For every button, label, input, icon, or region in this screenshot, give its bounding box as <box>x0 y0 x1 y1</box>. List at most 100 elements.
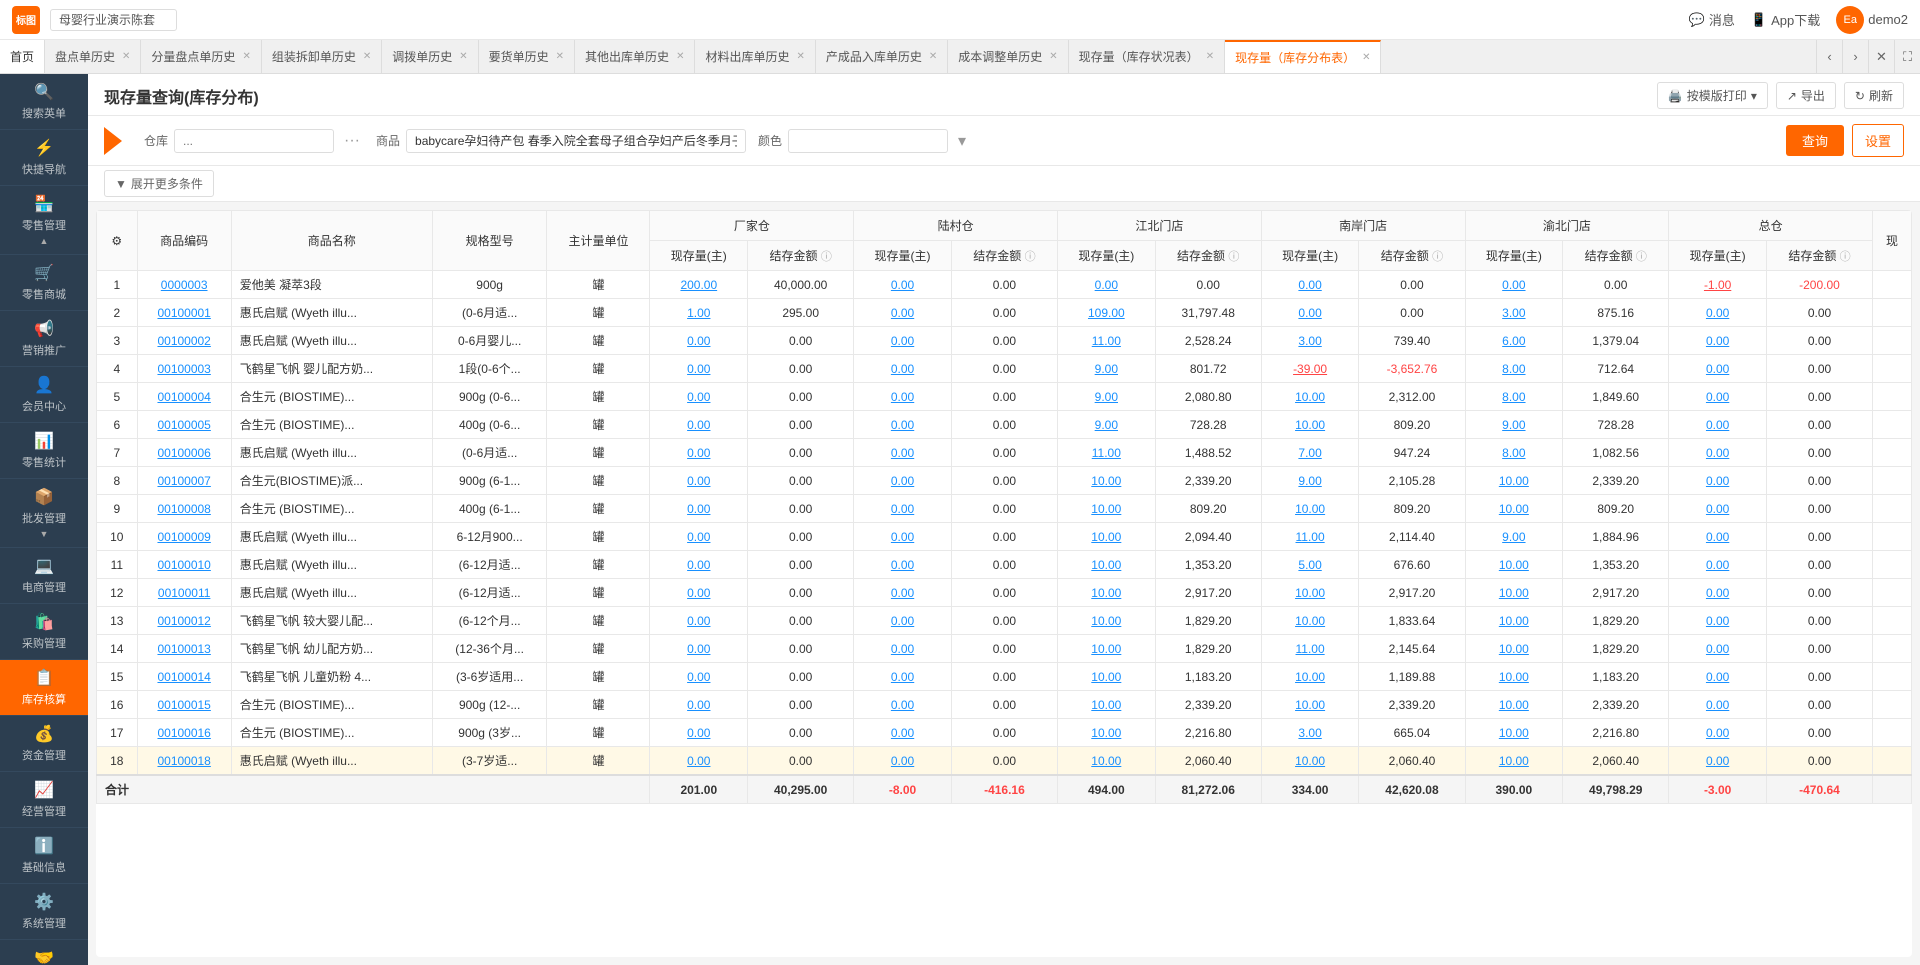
sidebar-item-wholesale[interactable]: 📦 批发管理 ▼ <box>0 479 88 548</box>
tab-home[interactable]: 首页 <box>0 40 45 74</box>
sidebar-item-inventory[interactable]: 📋 库存核算 <box>0 660 88 716</box>
cell-c1-qty[interactable]: 0.00 <box>650 523 748 551</box>
cell-c4-qty[interactable]: 3.00 <box>1261 719 1359 747</box>
sidebar-item-marketing[interactable]: 📢 营销推广 <box>0 311 88 367</box>
cell-tot-qty[interactable]: 0.00 <box>1669 523 1767 551</box>
cell-code[interactable]: 00100004 <box>137 383 231 411</box>
sidebar-item-retail-store[interactable]: 🛒 零售商城 <box>0 255 88 311</box>
cell-c4-qty[interactable]: 10.00 <box>1261 691 1359 719</box>
cell-code[interactable]: 0000003 <box>137 271 231 299</box>
cell-c5-qty[interactable]: 10.00 <box>1465 691 1563 719</box>
cell-c1-qty[interactable]: 0.00 <box>650 411 748 439</box>
cell-code[interactable]: 00100009 <box>137 523 231 551</box>
cell-c5-qty[interactable]: 10.00 <box>1465 663 1563 691</box>
sidebar-item-system[interactable]: ⚙️ 系统管理 <box>0 884 88 940</box>
cell-tot-qty[interactable]: 0.00 <box>1669 719 1767 747</box>
cell-c4-qty[interactable]: 10.00 <box>1261 383 1359 411</box>
cell-code[interactable]: 00100007 <box>137 467 231 495</box>
cell-c1-qty[interactable]: 0.00 <box>650 495 748 523</box>
cell-tot-qty[interactable]: 0.00 <box>1669 355 1767 383</box>
info-icon-1[interactable]: ⓘ <box>821 251 832 263</box>
tab-close-material-out[interactable]: ✕ <box>796 51 804 62</box>
cell-c3-qty[interactable]: 10.00 <box>1058 747 1156 776</box>
cell-c5-qty[interactable]: 8.00 <box>1465 355 1563 383</box>
th-settings[interactable]: ⚙ <box>97 211 138 271</box>
cell-c2-qty[interactable]: 0.00 <box>854 579 952 607</box>
cell-c1-qty[interactable]: 0.00 <box>650 551 748 579</box>
cell-c4-qty[interactable]: 3.00 <box>1261 327 1359 355</box>
cell-tot-qty[interactable]: 0.00 <box>1669 579 1767 607</box>
sidebar-item-member[interactable]: 👤 会员中心 <box>0 367 88 423</box>
tab-close-request[interactable]: ✕ <box>556 51 564 62</box>
cell-c2-qty[interactable]: 0.00 <box>854 635 952 663</box>
cell-c2-qty[interactable]: 0.00 <box>854 327 952 355</box>
cell-c1-qty[interactable]: 0.00 <box>650 747 748 776</box>
cell-code[interactable]: 00100015 <box>137 691 231 719</box>
print-btn[interactable]: 🖨️ 按模版打印 ▾ <box>1657 82 1768 109</box>
cell-c3-qty[interactable]: 10.00 <box>1058 635 1156 663</box>
cell-c1-qty[interactable]: 0.00 <box>650 383 748 411</box>
cell-c3-qty[interactable]: 10.00 <box>1058 495 1156 523</box>
cell-c1-qty[interactable]: 0.00 <box>650 663 748 691</box>
cell-c2-qty[interactable]: 0.00 <box>854 411 952 439</box>
cell-c1-qty[interactable]: 0.00 <box>650 607 748 635</box>
system-select[interactable]: 母婴行业演示陈套 <box>50 9 177 31</box>
cell-tot-qty[interactable]: 0.00 <box>1669 551 1767 579</box>
tab-stock-status[interactable]: 现存量（库存状况表） ✕ <box>1069 40 1225 74</box>
collapse-btn[interactable] <box>104 127 122 155</box>
cell-tot-qty[interactable]: 0.00 <box>1669 439 1767 467</box>
cell-code[interactable]: 00100001 <box>137 299 231 327</box>
cell-c2-qty[interactable]: 0.00 <box>854 467 952 495</box>
cell-c2-qty[interactable]: 0.00 <box>854 439 952 467</box>
cell-c3-qty[interactable]: 9.00 <box>1058 411 1156 439</box>
cell-c4-qty[interactable]: 0.00 <box>1261 271 1359 299</box>
info-icon-6[interactable]: ⓘ <box>1840 251 1851 263</box>
cell-c5-qty[interactable]: 10.00 <box>1465 747 1563 776</box>
tab-request[interactable]: 要货单历史 ✕ <box>479 40 575 74</box>
info-icon-3[interactable]: ⓘ <box>1228 251 1239 263</box>
cell-tot-qty[interactable]: 0.00 <box>1669 635 1767 663</box>
sidebar-item-enterprise-collab[interactable]: 🤝 企业协同 <box>0 940 88 965</box>
app-download-btn[interactable]: 📱 App下载 <box>1751 10 1820 29</box>
cell-c5-qty[interactable]: 10.00 <box>1465 719 1563 747</box>
export-btn[interactable]: ↗ 导出 <box>1776 82 1836 109</box>
product-input[interactable] <box>406 129 746 153</box>
cell-c2-qty[interactable]: 0.00 <box>854 747 952 776</box>
cell-c3-qty[interactable]: 10.00 <box>1058 551 1156 579</box>
cell-c5-qty[interactable]: 10.00 <box>1465 607 1563 635</box>
sidebar-item-purchase[interactable]: 🛍️ 采购管理 <box>0 604 88 660</box>
cell-c1-qty[interactable]: 0.00 <box>650 439 748 467</box>
cell-code[interactable]: 00100012 <box>137 607 231 635</box>
cell-c5-qty[interactable]: 10.00 <box>1465 635 1563 663</box>
cell-c2-qty[interactable]: 0.00 <box>854 523 952 551</box>
cell-c2-qty[interactable]: 0.00 <box>854 607 952 635</box>
cell-tot-qty[interactable]: 0.00 <box>1669 495 1767 523</box>
cell-c1-qty[interactable]: 0.00 <box>650 467 748 495</box>
expand-conditions-btn[interactable]: ▼ 展开更多条件 <box>104 170 214 197</box>
cell-c2-qty[interactable]: 0.00 <box>854 495 952 523</box>
tab-close-assembly[interactable]: ✕ <box>363 51 371 62</box>
sidebar-item-search[interactable]: 🔍 搜索英单 <box>0 74 88 130</box>
warehouse-input[interactable] <box>174 129 334 153</box>
cell-code[interactable]: 00100018 <box>137 747 231 776</box>
cell-c2-qty[interactable]: 0.00 <box>854 719 952 747</box>
cell-c3-qty[interactable]: 109.00 <box>1058 299 1156 327</box>
user-area[interactable]: Ea demo2 <box>1836 6 1908 34</box>
tab-close-other-out[interactable]: ✕ <box>676 51 684 62</box>
cell-c1-qty[interactable]: 0.00 <box>650 635 748 663</box>
info-icon-4[interactable]: ⓘ <box>1432 251 1443 263</box>
tab-expand-btn[interactable]: ⛶ <box>1894 40 1920 74</box>
cell-tot-qty[interactable]: 0.00 <box>1669 327 1767 355</box>
cell-c4-qty[interactable]: 11.00 <box>1261 523 1359 551</box>
tab-stock-dist[interactable]: 现存量（库存分布表） ✕ <box>1225 40 1381 74</box>
tab-close-cost-adjust[interactable]: ✕ <box>1049 51 1057 62</box>
tab-prev-btn[interactable]: ‹ <box>1816 40 1842 74</box>
sidebar-item-retail-mgmt[interactable]: 🏪 零售管理 ▲ <box>0 186 88 255</box>
tab-product-in[interactable]: 产成品入库单历史 ✕ <box>816 40 948 74</box>
query-btn[interactable]: 查询 <box>1786 125 1844 156</box>
cell-c5-qty[interactable]: 10.00 <box>1465 551 1563 579</box>
tab-transfer[interactable]: 调拨单历史 ✕ <box>382 40 478 74</box>
cell-c1-qty[interactable]: 1.00 <box>650 299 748 327</box>
cell-c4-qty[interactable]: 10.00 <box>1261 495 1359 523</box>
cell-tot-qty[interactable]: -1.00 <box>1669 271 1767 299</box>
